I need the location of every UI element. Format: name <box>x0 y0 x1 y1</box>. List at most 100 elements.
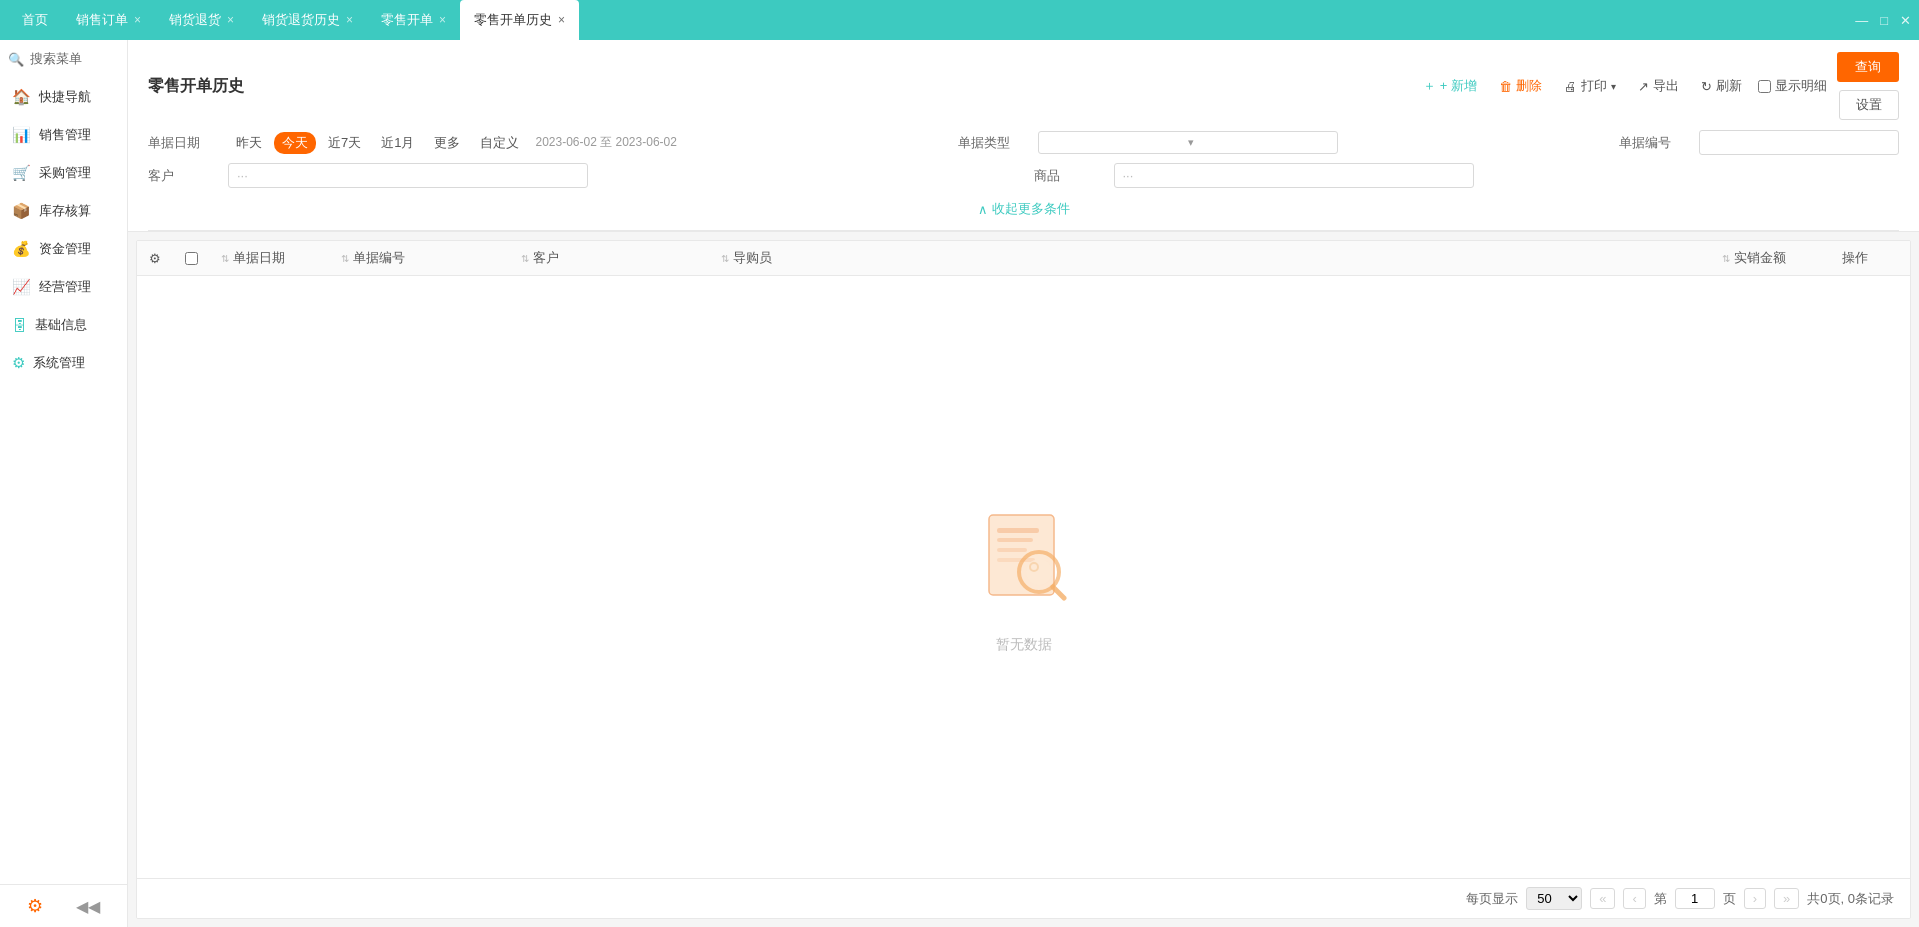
filter-client-placeholder: ··· <box>237 168 579 183</box>
sidebar-search[interactable]: 🔍 搜索菜单 <box>0 40 127 78</box>
window-min-icon[interactable]: — <box>1855 13 1868 28</box>
print-icon: 🖨 <box>1564 79 1577 94</box>
export-icon: ↗ <box>1638 79 1649 94</box>
tab-retail-open-history-close[interactable]: × <box>558 13 565 27</box>
filter-row-client: 客户 ··· 商品 ··· <box>148 163 1899 188</box>
th-checkbox[interactable] <box>173 252 209 265</box>
th-amount[interactable]: ⇅ 实销金额 <box>1710 249 1830 267</box>
per-page-label: 每页显示 <box>1466 890 1518 908</box>
query-button[interactable]: 查询 <box>1837 52 1899 82</box>
page-input[interactable] <box>1675 888 1715 909</box>
sidebar-item-sys-mgmt-label: 系统管理 <box>33 354 85 372</box>
filter-type-dropdown[interactable]: ▾ <box>1038 131 1338 154</box>
tab-home[interactable]: 首页 <box>8 0 62 40</box>
tab-sales-return-close[interactable]: × <box>227 13 234 27</box>
tab-sales-order-close[interactable]: × <box>134 13 141 27</box>
date-btn-today[interactable]: 今天 <box>274 132 316 154</box>
tab-sales-return-history[interactable]: 销货退货历史 × <box>248 0 367 40</box>
filter-no-label: 单据编号 <box>1619 134 1679 152</box>
export-button[interactable]: ↗ 导出 <box>1632 73 1685 99</box>
sort-no-icon: ⇅ <box>341 253 349 264</box>
window-actions: — □ ✕ <box>1855 13 1911 28</box>
operation-icon: 📈 <box>12 278 31 296</box>
delete-label: 删除 <box>1516 77 1542 95</box>
sidebar-item-sales-mgmt-label: 销售管理 <box>39 126 91 144</box>
last-page-button[interactable]: » <box>1774 888 1799 909</box>
next-page-button[interactable]: › <box>1744 888 1766 909</box>
window-close-icon[interactable]: ✕ <box>1900 13 1911 28</box>
filter-date-range: 2023-06-02 至 2023-06-02 <box>535 134 676 151</box>
sidebar-item-finance[interactable]: 💰 资金管理 <box>0 230 127 268</box>
top-nav-bar: 首页 销售订单 × 销货退货 × 销货退货历史 × 零售开单 × 零售开单历史 … <box>0 0 1919 40</box>
settings-button[interactable]: 设置 <box>1839 90 1899 120</box>
show-detail-label: 显示明细 <box>1775 77 1827 95</box>
date-btn-custom[interactable]: 自定义 <box>472 132 527 154</box>
th-date-label: 单据日期 <box>233 249 285 267</box>
refresh-icon: ↻ <box>1701 79 1712 94</box>
sidebar-item-inventory[interactable]: 📦 库存核算 <box>0 192 127 230</box>
tab-retail-open-history-label: 零售开单历史 <box>474 11 552 29</box>
tab-sales-order[interactable]: 销售订单 × <box>62 0 155 40</box>
th-no-label: 单据编号 <box>353 249 405 267</box>
add-button[interactable]: ＋ + 新增 <box>1417 73 1483 99</box>
select-all-checkbox[interactable] <box>185 252 198 265</box>
sidebar-settings-icon[interactable]: ⚙ <box>27 895 43 917</box>
tab-sales-return-history-close[interactable]: × <box>346 13 353 27</box>
add-icon: ＋ <box>1423 77 1436 95</box>
filter-client-field[interactable]: ··· <box>228 163 588 188</box>
delete-icon: 🗑 <box>1499 79 1512 94</box>
th-date[interactable]: ⇅ 单据日期 <box>209 249 329 267</box>
date-btn-yesterday[interactable]: 昨天 <box>228 132 270 154</box>
date-btn-7days[interactable]: 近7天 <box>320 132 369 154</box>
date-btn-more[interactable]: 更多 <box>426 132 468 154</box>
table-settings-icon[interactable]: ⚙ <box>149 251 161 266</box>
th-no[interactable]: ⇅ 单据编号 <box>329 249 509 267</box>
collapse-filter-button[interactable]: ∧ 收起更多条件 <box>148 196 1899 222</box>
tab-retail-open[interactable]: 零售开单 × <box>367 0 460 40</box>
page-header: 零售开单历史 ＋ + 新增 🗑 删除 🖨 打印 ▾ <box>128 40 1919 232</box>
sidebar-item-sys-mgmt[interactable]: ⚙ 系统管理 <box>0 344 127 382</box>
page-title-row: 零售开单历史 ＋ + 新增 🗑 删除 🖨 打印 ▾ <box>148 52 1899 120</box>
th-amount-label: 实销金额 <box>1734 249 1786 267</box>
print-button[interactable]: 🖨 打印 ▾ <box>1558 73 1622 99</box>
th-op: 操作 <box>1830 249 1910 267</box>
th-guide[interactable]: ⇅ 导购员 <box>709 249 829 267</box>
purchase-icon: 🛒 <box>12 164 31 182</box>
delete-button[interactable]: 🗑 删除 <box>1493 73 1548 99</box>
export-label: 导出 <box>1653 77 1679 95</box>
svg-rect-3 <box>997 548 1027 552</box>
sidebar-item-base-info[interactable]: 🗄 基础信息 <box>0 306 127 344</box>
tab-retail-open-history[interactable]: 零售开单历史 × <box>460 0 579 40</box>
sidebar-item-purchase-mgmt-label: 采购管理 <box>39 164 91 182</box>
sidebar-item-quick-nav[interactable]: 🏠 快捷导航 <box>0 78 127 116</box>
tab-retail-open-close[interactable]: × <box>439 13 446 27</box>
refresh-button[interactable]: ↻ 刷新 <box>1695 73 1748 99</box>
date-btn-1month[interactable]: 近1月 <box>373 132 422 154</box>
filter-goods-field[interactable]: ··· <box>1114 163 1474 188</box>
sidebar-search-label: 搜索菜单 <box>30 50 82 68</box>
total-info: 共0页, 0条记录 <box>1807 890 1894 908</box>
filter-no-input[interactable] <box>1699 130 1899 155</box>
tab-sales-return[interactable]: 销货退货 × <box>155 0 248 40</box>
sidebar-item-sales-mgmt[interactable]: 📊 销售管理 <box>0 116 127 154</box>
show-detail-checkbox[interactable] <box>1758 80 1771 93</box>
sidebar-item-operation[interactable]: 📈 经营管理 <box>0 268 127 306</box>
sidebar-collapse-icon[interactable]: ◀◀ <box>76 897 100 916</box>
sort-client-icon: ⇅ <box>521 253 529 264</box>
filter-row-date: 单据日期 昨天 今天 近7天 近1月 更多 自定义 2023-06-02 至 2… <box>148 130 1899 155</box>
content-area: 零售开单历史 ＋ + 新增 🗑 删除 🖨 打印 ▾ <box>128 40 1919 927</box>
add-label: + 新增 <box>1440 77 1477 95</box>
per-page-select[interactable]: 50 100 200 <box>1526 887 1582 910</box>
first-page-button[interactable]: « <box>1590 888 1615 909</box>
prev-page-button[interactable]: ‹ <box>1623 888 1645 909</box>
sort-amount-icon: ⇅ <box>1722 253 1730 264</box>
page-suffix-label: 页 <box>1723 890 1736 908</box>
show-detail-toggle[interactable]: 显示明细 <box>1758 77 1827 95</box>
pagination: 每页显示 50 100 200 « ‹ 第 页 › » 共0页, 0条记录 <box>137 878 1910 918</box>
th-op-label: 操作 <box>1842 249 1868 267</box>
filter-goods-label: 商品 <box>1034 167 1094 185</box>
th-client[interactable]: ⇅ 客户 <box>509 249 709 267</box>
th-settings[interactable]: ⚙ <box>137 251 173 266</box>
sidebar-item-purchase-mgmt[interactable]: 🛒 采购管理 <box>0 154 127 192</box>
window-max-icon[interactable]: □ <box>1880 13 1888 28</box>
